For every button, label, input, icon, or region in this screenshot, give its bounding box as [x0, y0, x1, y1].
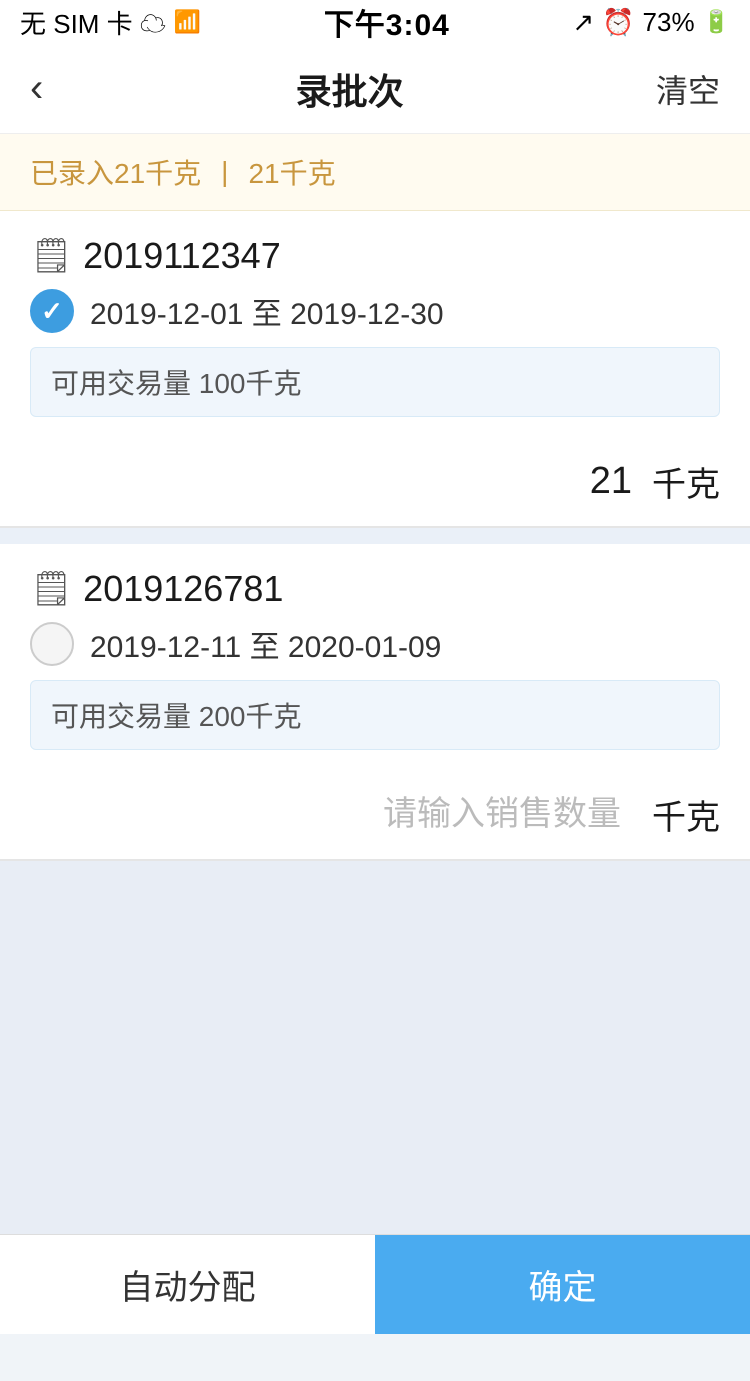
batch-1-number: 2019112347 — [83, 235, 281, 277]
batch-2-input-unit: 千克 — [652, 790, 720, 839]
empty-area — [0, 861, 750, 1281]
status-time: 下午3:04 — [324, 0, 450, 44]
batch-icon-2: 🗒 — [30, 569, 73, 609]
auto-distribute-button[interactable]: 自动分配 — [0, 1235, 375, 1334]
batch-1-quantity-row: 21 千克 — [0, 437, 750, 528]
total-label: 21千克 — [248, 152, 335, 192]
batch-2-radio[interactable] — [30, 622, 74, 666]
location-icon: ↗ — [572, 7, 594, 38]
batch-1-header: 🗒 2019112347 — [30, 235, 720, 277]
batch-2-input-row[interactable]: 千克 — [0, 770, 750, 861]
batch-item-2: 🗒 2019126781 2019-12-11 至 2020-01-09 可用交… — [0, 544, 750, 770]
batch-1-radio[interactable] — [30, 289, 74, 333]
batch-2-number: 2019126781 — [83, 568, 283, 610]
summary-bar: 已录入21千克 | 21千克 — [0, 134, 750, 211]
batch-2-date: 2019-12-11 至 2020-01-09 — [90, 622, 441, 666]
batch-1-date-row[interactable]: 2019-12-01 至 2019-12-30 — [30, 289, 720, 333]
batch-1-date: 2019-12-01 至 2019-12-30 — [90, 289, 444, 333]
nav-bar: ‹ 录批次 清空 — [0, 44, 750, 134]
batch-2-header: 🗒 2019126781 — [30, 568, 720, 610]
batch-1-quantity-unit: 千克 — [652, 457, 720, 506]
batch-icon-1: 🗒 — [30, 236, 73, 276]
status-bar: 无 SIM 卡 ☁ 📶 下午3:04 ↗ ⏰ 73% 🔋 — [0, 0, 750, 44]
bottom-bar: 自动分配 确定 — [0, 1234, 750, 1334]
clear-button[interactable]: 清空 — [656, 66, 720, 112]
summary-divider: | — [221, 156, 228, 188]
no-sim-label: 无 SIM 卡 ☁ — [20, 4, 166, 41]
batch-2-date-row[interactable]: 2019-12-11 至 2020-01-09 — [30, 622, 720, 666]
battery-icon: 🔋 — [703, 9, 730, 35]
battery-label: 73% — [643, 7, 695, 38]
status-left: 无 SIM 卡 ☁ 📶 — [20, 4, 201, 41]
back-button[interactable]: ‹ — [30, 66, 43, 111]
batch-2-quantity-input[interactable] — [30, 795, 636, 834]
batch-item-1: 🗒 2019112347 2019-12-01 至 2019-12-30 可用交… — [0, 211, 750, 437]
batch-2-available: 可用交易量 200千克 — [30, 680, 720, 750]
page-title: 录批次 — [296, 63, 404, 115]
batch-1-quantity-value: 21 — [590, 460, 632, 503]
main-content: 🗒 2019112347 2019-12-01 至 2019-12-30 可用交… — [0, 211, 750, 1381]
alarm-icon: ⏰ — [602, 7, 634, 38]
status-right: ↗ ⏰ 73% 🔋 — [572, 7, 730, 38]
confirm-button[interactable]: 确定 — [375, 1235, 750, 1334]
recorded-label: 已录入21千克 — [30, 152, 201, 192]
wifi-icon: 📶 — [174, 9, 201, 35]
batch-1-available: 可用交易量 100千克 — [30, 347, 720, 417]
section-separator — [0, 528, 750, 544]
